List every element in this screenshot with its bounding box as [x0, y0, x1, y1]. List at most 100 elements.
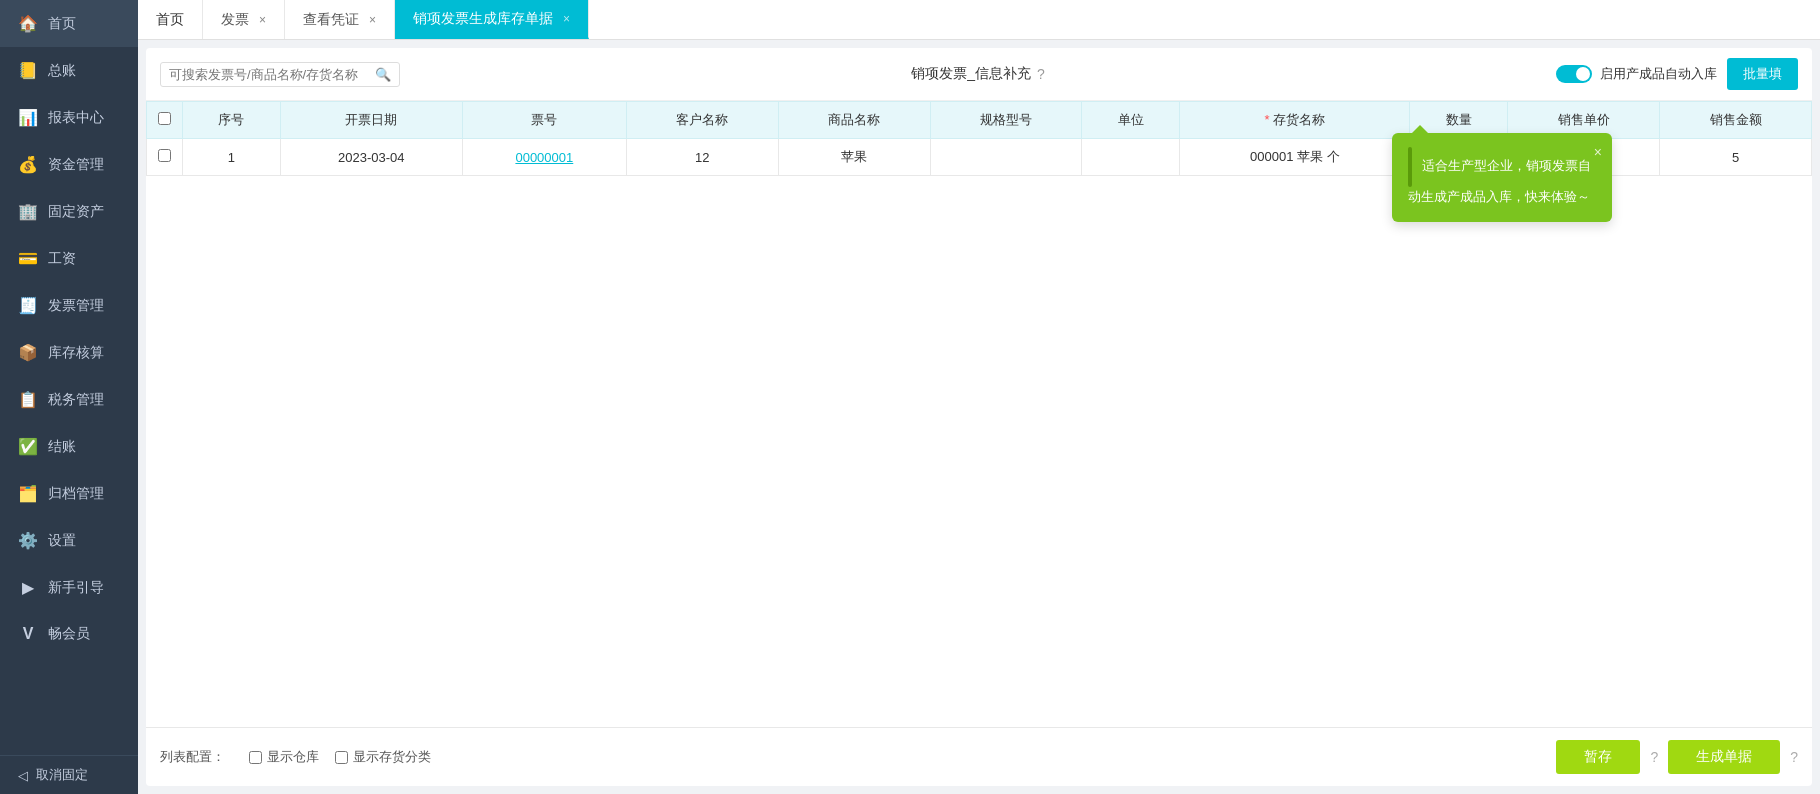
search-input[interactable]	[169, 67, 369, 82]
tab-invoice-label: 发票	[221, 11, 249, 29]
tab-bar: 首页 发票 × 查看凭证 × 销项发票生成库存单据 ×	[138, 0, 1820, 40]
sidebar-item-label: 税务管理	[48, 391, 104, 409]
header-seq: 序号	[183, 102, 281, 139]
sidebar-item-payroll[interactable]: 💳 工资	[0, 235, 138, 282]
tab-home-label: 首页	[156, 11, 184, 29]
show-warehouse-checkbox[interactable]	[249, 751, 262, 764]
show-category-label[interactable]: 显示存货分类	[335, 748, 431, 766]
bottom-bar: 列表配置： 显示仓库 显示存货分类 暂存 ? 生成单据 ?	[146, 727, 1812, 786]
batch-fill-button[interactable]: 批量填	[1727, 58, 1798, 90]
ledger-icon: 📒	[18, 61, 38, 80]
generate-button[interactable]: 生成单据	[1668, 740, 1780, 774]
tab-voucher[interactable]: 查看凭证 ×	[285, 0, 395, 39]
sidebar-item-invoice-mgmt[interactable]: 🧾 发票管理	[0, 282, 138, 329]
sidebar-item-funds[interactable]: 💰 资金管理	[0, 141, 138, 188]
sidebar: 🏠 首页 📒 总账 📊 报表中心 💰 资金管理 🏢 固定资产 💳 工资 🧾 发票…	[0, 0, 138, 794]
row-amount: 5	[1660, 139, 1812, 176]
row-checkbox-cell	[147, 139, 183, 176]
header-number: 票号	[462, 102, 626, 139]
select-all-checkbox[interactable]	[158, 112, 171, 125]
payroll-icon: 💳	[18, 249, 38, 268]
bottom-actions: 暂存 ? 生成单据 ?	[1556, 740, 1798, 774]
show-warehouse-label[interactable]: 显示仓库	[249, 748, 319, 766]
sidebar-item-settlement[interactable]: ✅ 结账	[0, 423, 138, 470]
save-button[interactable]: 暂存	[1556, 740, 1640, 774]
row-seq: 1	[183, 139, 281, 176]
save-help-icon[interactable]: ?	[1650, 749, 1658, 765]
sidebar-item-label: 结账	[48, 438, 76, 456]
row-customer: 12	[626, 139, 778, 176]
table-container: 序号 开票日期 票号 客户名称 商品名称 规格型号 单位 * 存货名称 数量 销…	[146, 101, 1812, 727]
settings-icon: ⚙️	[18, 531, 38, 550]
sidebar-item-label: 设置	[48, 532, 76, 550]
sidebar-item-reports[interactable]: 📊 报表中心	[0, 94, 138, 141]
show-category-text: 显示存货分类	[353, 748, 431, 766]
tab-sales-invoice-close[interactable]: ×	[563, 12, 570, 26]
vip-icon: V	[18, 625, 38, 643]
sidebar-item-label: 固定资产	[48, 203, 104, 221]
tab-invoice[interactable]: 发票 ×	[203, 0, 285, 39]
tooltip-accent-bar	[1408, 147, 1412, 187]
tab-invoice-close[interactable]: ×	[259, 13, 266, 27]
sidebar-item-archive[interactable]: 🗂️ 归档管理	[0, 470, 138, 517]
toolbar: 🔍 销项发票_信息补充 ? 启用产成品自动入库 批量填	[146, 48, 1812, 101]
auto-warehouse-toggle[interactable]	[1556, 65, 1592, 83]
tooltip-close-button[interactable]: ×	[1594, 141, 1602, 163]
cancel-fixed-icon: ◁	[18, 768, 28, 783]
show-warehouse-text: 显示仓库	[267, 748, 319, 766]
invoice-number-link[interactable]: 00000001	[515, 150, 573, 165]
reports-icon: 📊	[18, 108, 38, 127]
tab-sales-invoice[interactable]: 销项发票生成库存单据 ×	[395, 0, 589, 39]
header-customer: 客户名称	[626, 102, 778, 139]
invoice-mgmt-icon: 🧾	[18, 296, 38, 315]
sidebar-item-fixed-assets[interactable]: 🏢 固定资产	[0, 188, 138, 235]
tab-voucher-label: 查看凭证	[303, 11, 359, 29]
sidebar-item-label: 畅会员	[48, 625, 90, 643]
cancel-fixed-button[interactable]: ◁ 取消固定	[0, 755, 138, 794]
toggle-section: 启用产成品自动入库	[1556, 65, 1717, 83]
tooltip-text: 适合生产型企业，销项发票自动生成产成品入库，快来体验～	[1408, 158, 1591, 204]
tab-voucher-close[interactable]: ×	[369, 13, 376, 27]
tab-sales-invoice-label: 销项发票生成库存单据	[413, 10, 553, 28]
sidebar-item-tax[interactable]: 📋 税务管理	[0, 376, 138, 423]
tab-home[interactable]: 首页	[138, 0, 203, 39]
row-checkbox[interactable]	[158, 149, 171, 162]
sidebar-item-ledger[interactable]: 📒 总账	[0, 47, 138, 94]
show-category-checkbox[interactable]	[335, 751, 348, 764]
header-checkbox-col	[147, 102, 183, 139]
funds-icon: 💰	[18, 155, 38, 174]
sidebar-item-label: 资金管理	[48, 156, 104, 174]
sidebar-item-label: 总账	[48, 62, 76, 80]
sidebar-item-label: 归档管理	[48, 485, 104, 503]
sidebar-item-settings[interactable]: ⚙️ 设置	[0, 517, 138, 564]
header-product: 商品名称	[778, 102, 930, 139]
settlement-icon: ✅	[18, 437, 38, 456]
header-unit: 单位	[1082, 102, 1180, 139]
header-spec: 规格型号	[930, 102, 1082, 139]
sidebar-item-label: 工资	[48, 250, 76, 268]
generate-help-icon[interactable]: ?	[1790, 749, 1798, 765]
main-area: 首页 发票 × 查看凭证 × 销项发票生成库存单据 × 🔍 销项发票_信息补充 …	[138, 0, 1820, 794]
fixed-assets-icon: 🏢	[18, 202, 38, 221]
info-help-icon[interactable]: ?	[1037, 66, 1045, 82]
info-label: 销项发票_信息补充	[911, 65, 1031, 83]
toggle-label: 启用产成品自动入库	[1600, 65, 1717, 83]
row-spec	[930, 139, 1082, 176]
content-area: 🔍 销项发票_信息补充 ? 启用产成品自动入库 批量填 序	[146, 48, 1812, 786]
sidebar-item-guide[interactable]: ▶ 新手引导	[0, 564, 138, 611]
sidebar-item-label: 发票管理	[48, 297, 104, 315]
search-icon[interactable]: 🔍	[375, 67, 391, 82]
list-config-label: 列表配置：	[160, 748, 225, 766]
header-inventory: * 存货名称	[1180, 102, 1410, 139]
row-date: 2023-03-04	[280, 139, 462, 176]
sidebar-item-label: 首页	[48, 15, 76, 33]
row-number[interactable]: 00000001	[462, 139, 626, 176]
sidebar-item-home[interactable]: 🏠 首页	[0, 0, 138, 47]
cancel-fixed-label: 取消固定	[36, 766, 88, 784]
sidebar-item-vip[interactable]: V 畅会员	[0, 611, 138, 657]
header-amount: 销售金额	[1660, 102, 1812, 139]
tax-icon: 📋	[18, 390, 38, 409]
row-inventory[interactable]: 000001 苹果 个	[1180, 139, 1410, 176]
sidebar-item-inventory[interactable]: 📦 库存核算	[0, 329, 138, 376]
search-box[interactable]: 🔍	[160, 62, 400, 87]
